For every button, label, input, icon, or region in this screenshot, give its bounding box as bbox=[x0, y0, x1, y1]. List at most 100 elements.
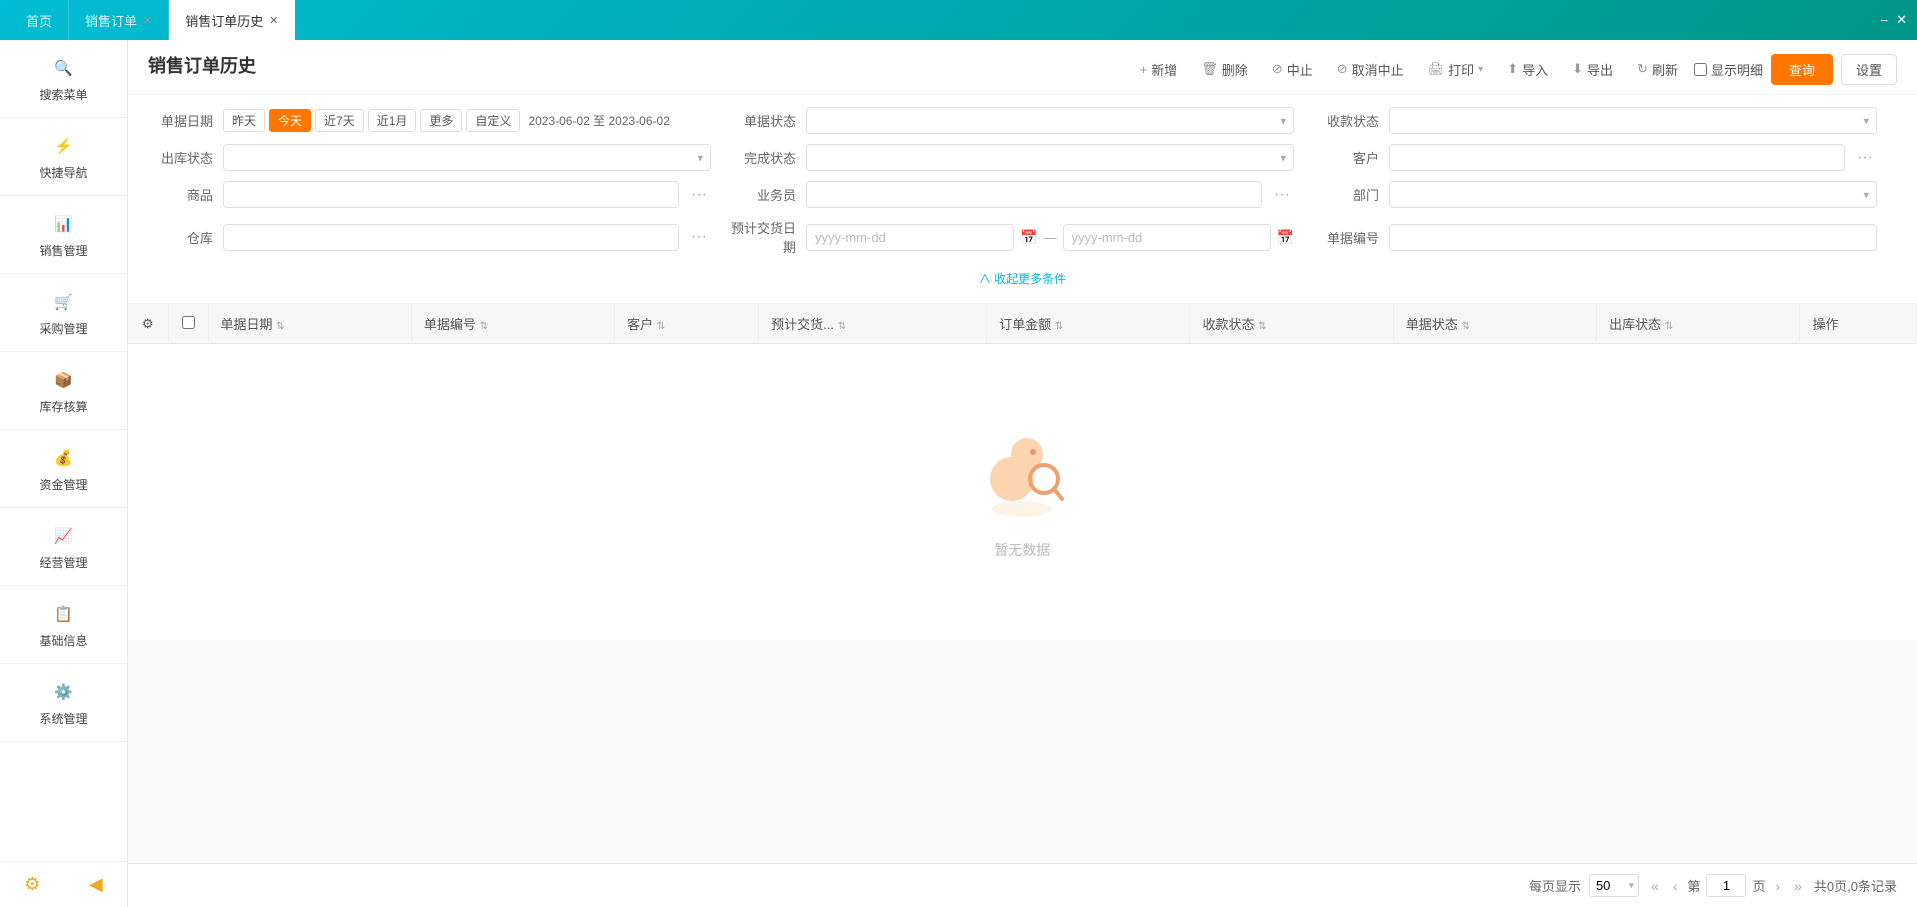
th-date[interactable]: 单据日期 ⇅ bbox=[208, 304, 411, 344]
date-more-btn[interactable]: 更多 bbox=[420, 109, 462, 132]
th-settings[interactable]: ⚙ bbox=[128, 304, 168, 344]
first-page-btn[interactable]: « bbox=[1647, 876, 1663, 896]
salesperson-ellipsis[interactable]: ··· bbox=[1270, 186, 1294, 204]
sidebar-item-basic-info[interactable]: 📋 基础信息 bbox=[0, 586, 127, 664]
print-icon: 🖨 bbox=[1428, 61, 1445, 77]
window-close-btn[interactable]: ✕ bbox=[1896, 12, 1907, 28]
stop-button[interactable]: ⊘ 中止 bbox=[1264, 56, 1321, 83]
import-button[interactable]: ⬆ 导入 bbox=[1499, 56, 1556, 83]
outbound-status-select[interactable] bbox=[223, 144, 711, 171]
sidebar-item-sys-mgmt[interactable]: ⚙️ 系统管理 bbox=[0, 664, 127, 742]
goods-input[interactable] bbox=[223, 181, 679, 208]
date-label: 单据日期 bbox=[148, 111, 223, 130]
sidebar-collapse-icon[interactable]: ◀ bbox=[89, 874, 103, 895]
tab-home[interactable]: 首页 bbox=[10, 0, 69, 40]
print-button[interactable]: 🖨 打印 ▾ bbox=[1420, 56, 1492, 83]
dept-label: 部门 bbox=[1314, 185, 1389, 204]
prev-page-btn[interactable]: ‹ bbox=[1669, 876, 1682, 896]
new-button[interactable]: + 新增 bbox=[1132, 56, 1186, 83]
th-delivery[interactable]: 预计交货... ⇅ bbox=[759, 304, 987, 344]
date-today-btn[interactable]: 今天 bbox=[269, 109, 311, 132]
doc-status-label: 单据状态 bbox=[731, 111, 806, 130]
sidebar-item-stock-calc[interactable]: 📦 库存核算 bbox=[0, 352, 127, 430]
payment-status-select[interactable] bbox=[1389, 107, 1877, 134]
goods-ellipsis[interactable]: ··· bbox=[687, 186, 711, 204]
th-no[interactable]: 单据编号 ⇅ bbox=[411, 304, 614, 344]
sidebar-item-sales-mgmt[interactable]: 📊 销售管理 bbox=[0, 196, 127, 274]
delivery-date-start-cal[interactable]: 📅 bbox=[1020, 229, 1037, 246]
table-body: 暂无数据 bbox=[128, 344, 1917, 641]
delivery-date-start[interactable] bbox=[806, 224, 1014, 251]
sidebar-item-fund-mgmt[interactable]: 💰 资金管理 bbox=[0, 430, 127, 508]
gear-icon[interactable]: ⚙ bbox=[142, 316, 154, 331]
date-custom-btn[interactable]: 自定义 bbox=[466, 109, 520, 132]
sidebar-item-quick-nav[interactable]: ⚡ 快捷导航 bbox=[0, 118, 127, 196]
doc-no-label: 单据编号 bbox=[1314, 228, 1389, 247]
sidebar-settings-icon[interactable]: ⚙ bbox=[24, 874, 40, 895]
doc-no-input[interactable] bbox=[1389, 224, 1877, 251]
ops-mgmt-icon: 📈 bbox=[50, 522, 78, 550]
page-suffix: 页 bbox=[1752, 876, 1765, 895]
th-delivery-sort: ⇅ bbox=[838, 321, 846, 332]
th-doc-status-label: 单据状态 bbox=[1406, 317, 1458, 332]
import-icon: ⬆ bbox=[1507, 61, 1518, 77]
th-payment-status[interactable]: 收款状态 ⇅ bbox=[1190, 304, 1393, 344]
page-title: 销售订单历史 bbox=[148, 52, 256, 78]
empty-state-row: 暂无数据 bbox=[128, 344, 1917, 641]
tab-sales-order-history[interactable]: 销售订单历史 ✕ bbox=[169, 0, 295, 40]
salesperson-input[interactable] bbox=[806, 181, 1262, 208]
customer-ellipsis[interactable]: ··· bbox=[1853, 149, 1877, 167]
goods-label: 商品 bbox=[148, 185, 223, 204]
sys-mgmt-icon: ⚙️ bbox=[50, 678, 78, 706]
new-label: 新增 bbox=[1151, 60, 1177, 79]
refresh-button[interactable]: ↻ 刷新 bbox=[1629, 56, 1686, 83]
complete-status-select[interactable] bbox=[806, 144, 1294, 171]
page-input-label: 第 bbox=[1687, 876, 1700, 895]
cancel-stop-button[interactable]: ⊘ 取消中止 bbox=[1329, 56, 1412, 83]
delivery-date-end[interactable] bbox=[1063, 224, 1271, 251]
date-last7-btn[interactable]: 近7天 bbox=[315, 109, 364, 132]
last-page-btn[interactable]: » bbox=[1790, 876, 1806, 896]
display-detail-wrapper[interactable]: 显示明细 bbox=[1694, 60, 1763, 79]
table-container: ⚙ 单据日期 ⇅ 单据编号 ⇅ bbox=[128, 304, 1917, 863]
th-amount[interactable]: 订单金额 ⇅ bbox=[987, 304, 1190, 344]
per-page-select[interactable]: 50 20 100 200 bbox=[1589, 874, 1639, 897]
tab-sales-order[interactable]: 销售订单 ✕ bbox=[69, 0, 169, 40]
th-doc-status[interactable]: 单据状态 ⇅ bbox=[1393, 304, 1596, 344]
select-all-checkbox[interactable] bbox=[182, 316, 195, 329]
sidebar-item-ops-mgmt[interactable]: 📈 经营管理 bbox=[0, 508, 127, 586]
customer-input[interactable] bbox=[1389, 144, 1845, 171]
basic-info-icon: 📋 bbox=[50, 600, 78, 628]
date-last-month-btn[interactable]: 近1月 bbox=[368, 109, 417, 132]
tab-sales-order-close[interactable]: ✕ bbox=[143, 14, 152, 27]
export-button[interactable]: ⬇ 导出 bbox=[1564, 56, 1621, 83]
delivery-date-end-cal[interactable]: 📅 bbox=[1277, 229, 1294, 246]
page-input[interactable] bbox=[1706, 874, 1746, 897]
next-page-btn[interactable]: › bbox=[1771, 876, 1784, 896]
warehouse-ellipsis[interactable]: ··· bbox=[687, 228, 711, 246]
collapse-conditions[interactable]: ∧ 收起更多条件 bbox=[148, 266, 1897, 291]
th-outbound-status[interactable]: 出库状态 ⇅ bbox=[1597, 304, 1800, 344]
window-minimize-btn[interactable]: − bbox=[1881, 13, 1889, 28]
doc-status-select[interactable] bbox=[806, 107, 1294, 134]
th-checkbox[interactable] bbox=[168, 304, 208, 344]
warehouse-input[interactable] bbox=[223, 224, 679, 251]
sidebar-item-purchase-mgmt[interactable]: 🛒 采购管理 bbox=[0, 274, 127, 352]
delete-button[interactable]: 🗑 删除 bbox=[1193, 56, 1256, 83]
display-detail-checkbox[interactable] bbox=[1694, 63, 1707, 76]
sidebar-item-search-menu[interactable]: 🔍 搜索菜单 bbox=[0, 40, 127, 118]
dept-select[interactable] bbox=[1389, 181, 1877, 208]
settings-button[interactable]: 设置 bbox=[1841, 54, 1897, 85]
query-button[interactable]: 查询 bbox=[1771, 54, 1833, 85]
customer-control: ··· bbox=[1389, 144, 1877, 171]
th-payment-status-label: 收款状态 bbox=[1202, 317, 1254, 332]
delivery-date-control: 📅 — 📅 bbox=[806, 224, 1294, 251]
tab-sales-order-history-close[interactable]: ✕ bbox=[269, 14, 278, 27]
page-header: 销售订单历史 + 新增 🗑 删除 ⊘ 中止 ⊘ bbox=[128, 40, 1917, 95]
main-content: 销售订单历史 + 新增 🗑 删除 ⊘ 中止 ⊘ bbox=[128, 40, 1917, 907]
th-customer[interactable]: 客户 ⇅ bbox=[615, 304, 759, 344]
total-info: 共0页,0条记录 bbox=[1814, 876, 1897, 895]
date-yesterday-btn[interactable]: 昨天 bbox=[223, 109, 265, 132]
sidebar-item-purchase-mgmt-label: 采购管理 bbox=[39, 320, 87, 337]
delivery-date-range: 📅 — 📅 bbox=[806, 224, 1294, 251]
